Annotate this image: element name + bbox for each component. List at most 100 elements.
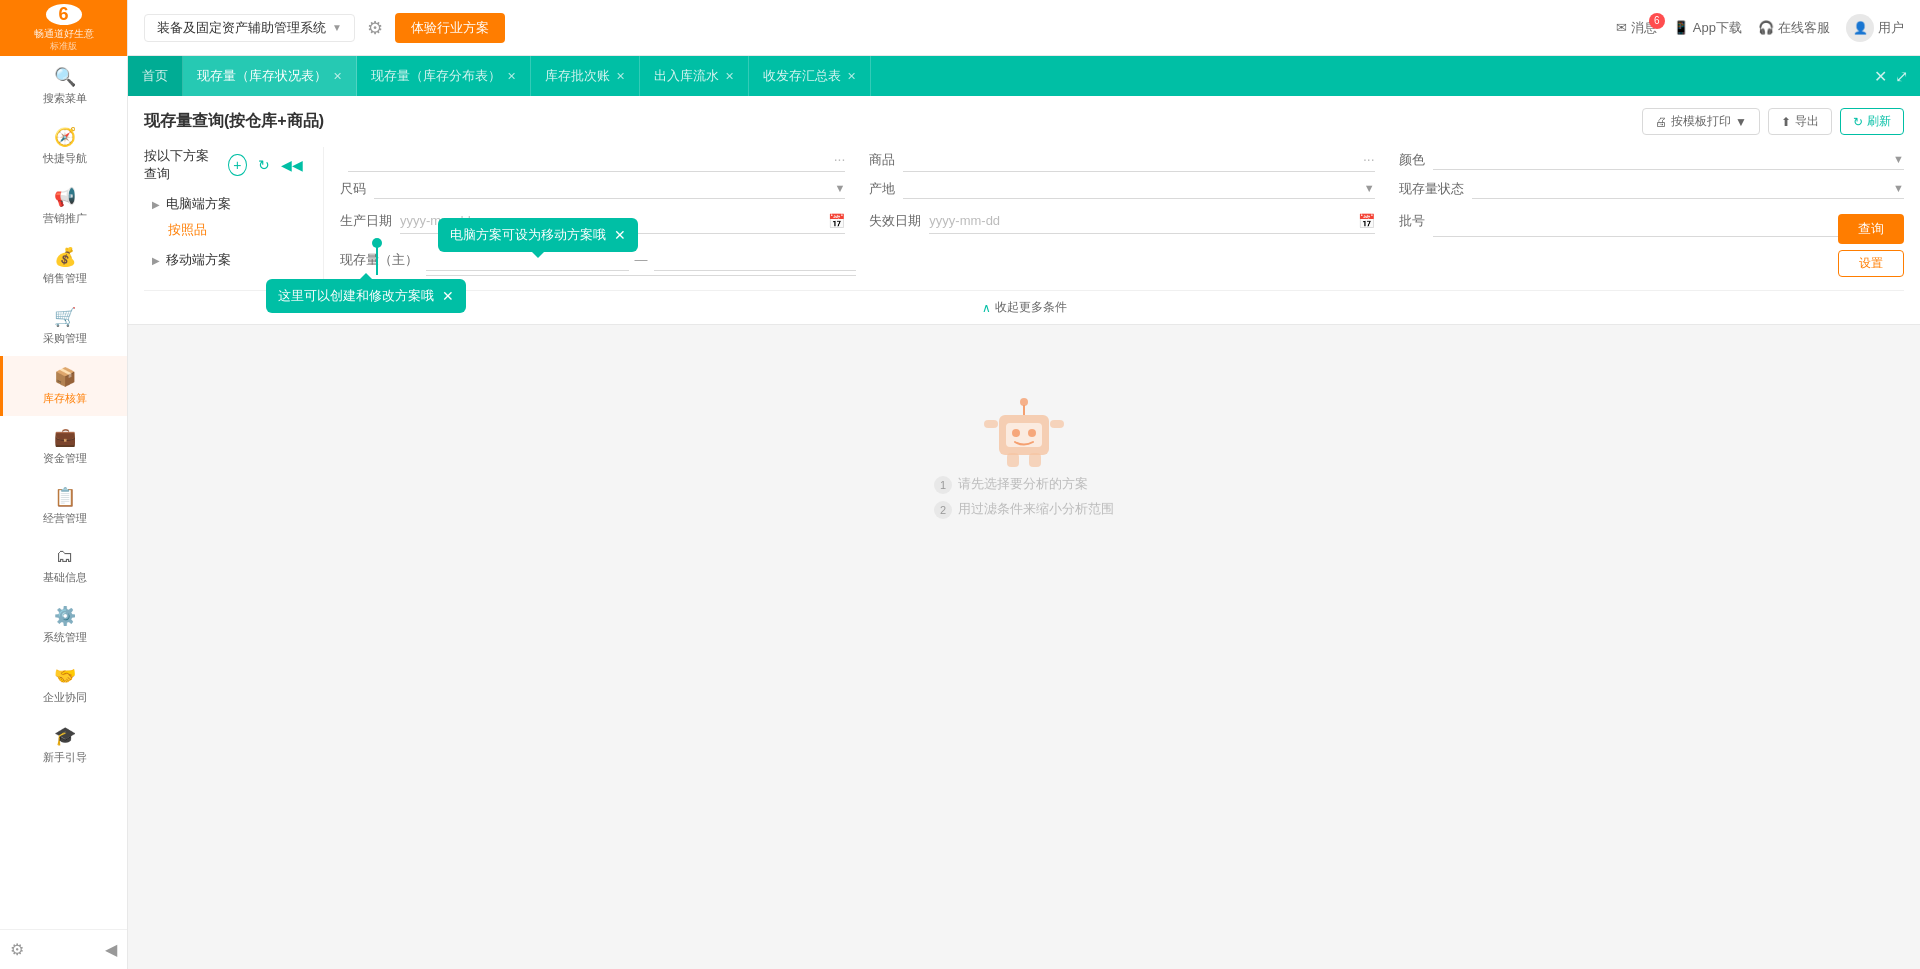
tab-label-inout-flow: 出入库流水 bbox=[654, 67, 719, 85]
nav-label-sales: 销售管理 bbox=[43, 271, 87, 286]
nav-icon-operations: 📋 bbox=[54, 486, 76, 508]
goods-dots[interactable]: ··· bbox=[1363, 151, 1375, 167]
scheme-mobile[interactable]: ▶ 移动端方案 bbox=[144, 247, 315, 273]
filter-exp-date: 失效日期 yyyy-mm-dd 📅 bbox=[869, 205, 1374, 237]
nav-label-enterprise: 企业协同 bbox=[43, 690, 87, 705]
tab-inout-flow[interactable]: 出入库流水 ✕ bbox=[640, 56, 749, 96]
tab-close-receive-summary[interactable]: ✕ bbox=[847, 70, 856, 83]
tab-inventory-distribution[interactable]: 现存量（库存分布表） ✕ bbox=[357, 56, 531, 96]
color-chevron[interactable]: ▼ bbox=[1893, 153, 1904, 165]
prod-date-calendar-icon[interactable]: 📅 bbox=[828, 213, 845, 229]
tab-inventory-status[interactable]: 现存量（库存状况表）✕ bbox=[183, 56, 357, 96]
scheme-desktop[interactable]: ▶ 电脑端方案 bbox=[144, 191, 315, 217]
user-menu[interactable]: 👤 用户 bbox=[1846, 14, 1904, 42]
nav-icon-marketing: 📢 bbox=[54, 186, 76, 208]
sidebar: 6 畅通道好生意 标准版 🔍 搜索菜单 🧭 快捷导航 📢 营销推广 💰 销售管理… bbox=[0, 0, 128, 969]
tab-receive-summary[interactable]: 收发存汇总表✕ bbox=[749, 56, 871, 96]
header-settings-icon[interactable]: ⚙ bbox=[367, 17, 383, 39]
sidebar-item-newbie[interactable]: 🎓 新手引导 bbox=[0, 715, 127, 775]
refresh-button[interactable]: ↻ 刷新 bbox=[1840, 108, 1904, 135]
tab-close-inventory-distribution[interactable]: ✕ bbox=[507, 70, 516, 83]
query-button[interactable]: 查询 bbox=[1838, 214, 1904, 244]
app-download-button[interactable]: 📱 App下载 bbox=[1673, 19, 1742, 37]
tab-home[interactable]: 首页 bbox=[128, 56, 183, 96]
tab-close-inout-flow[interactable]: ✕ bbox=[725, 70, 734, 83]
print-chevron: ▼ bbox=[1735, 115, 1747, 129]
nav-icon-search: 🔍 bbox=[54, 66, 76, 88]
system-name: 装备及固定资产辅助管理系统 bbox=[157, 19, 326, 37]
nav-label-purchase: 采购管理 bbox=[43, 331, 87, 346]
messages-button[interactable]: ✉ 消息 6 bbox=[1616, 19, 1657, 37]
tab-label-home: 首页 bbox=[142, 67, 168, 85]
tab-expand-icon[interactable]: ⤢ bbox=[1895, 67, 1908, 86]
warehouse-dots[interactable]: ··· bbox=[834, 151, 846, 167]
tab-label-batch-account: 库存批次账 bbox=[545, 67, 610, 85]
refresh-scheme-icon[interactable]: ↻ bbox=[255, 154, 273, 176]
print-icon: 🖨 bbox=[1655, 115, 1667, 129]
message-icon: ✉ bbox=[1616, 20, 1627, 35]
add-scheme-button[interactable]: + bbox=[228, 154, 247, 176]
chevron-right-icon-2: ▶ bbox=[152, 255, 160, 266]
tab-batch-account[interactable]: 库存批次账 ✕ bbox=[531, 56, 640, 96]
settings-icon[interactable]: ⚙ bbox=[10, 940, 24, 959]
prev-scheme-icon[interactable]: ◀◀ bbox=[281, 154, 303, 176]
origin-chevron[interactable]: ▼ bbox=[1364, 182, 1375, 194]
sidebar-item-finance[interactable]: 💼 资金管理 bbox=[0, 416, 127, 476]
sidebar-item-purchase[interactable]: 🛒 采购管理 bbox=[0, 296, 127, 356]
filter-panel: 现存量查询(按仓库+商品) 🖨 按模板打印 ▼ ⬆ 导出 ↻ 刷新 bbox=[128, 96, 1920, 325]
sidebar-item-inventory[interactable]: 📦 库存核算 bbox=[0, 356, 127, 416]
sidebar-item-marketing[interactable]: 📢 营销推广 bbox=[0, 176, 127, 236]
set-button[interactable]: 设置 bbox=[1838, 250, 1904, 277]
empty-text: 1 请先选择要分析的方案 2 用过滤条件来缩小分析范围 bbox=[934, 475, 1114, 525]
sidebar-footer: ⚙ ◀ bbox=[0, 929, 127, 969]
nav-icon-inventory: 📦 bbox=[54, 366, 76, 388]
batch-input[interactable] bbox=[1433, 209, 1904, 232]
collapse-sidebar-icon[interactable]: ◀ bbox=[105, 940, 117, 959]
filter-row-2: 尺码 ▼ 产地 ▼ bbox=[340, 178, 1904, 199]
tab-close-inventory-status[interactable]: ✕ bbox=[333, 70, 342, 83]
logo-icon: 6 bbox=[46, 4, 82, 25]
export-button[interactable]: ⬆ 导出 bbox=[1768, 108, 1832, 135]
nav-icon-basic: 🗂 bbox=[56, 546, 74, 567]
hint-num-1: 1 bbox=[934, 476, 952, 494]
filter-size: 尺码 ▼ bbox=[340, 178, 845, 199]
nav-label-newbie: 新手引导 bbox=[43, 750, 87, 765]
nav-label-marketing: 营销推广 bbox=[43, 211, 87, 226]
exp-date-calendar-icon[interactable]: 📅 bbox=[1358, 213, 1375, 229]
sidebar-item-system[interactable]: ⚙️ 系统管理 bbox=[0, 595, 127, 655]
hint-num-2: 2 bbox=[934, 501, 952, 519]
tab-close-all-icon[interactable]: ✕ bbox=[1874, 67, 1887, 86]
nav-label-operations: 经营管理 bbox=[43, 511, 87, 526]
filter-label-section: 按以下方案查询 + ↻ ◀◀ bbox=[144, 147, 303, 183]
scheme-desktop-child[interactable]: 按照品 bbox=[144, 217, 315, 243]
sidebar-item-search[interactable]: 🔍 搜索菜单 bbox=[0, 56, 127, 116]
size-chevron[interactable]: ▼ bbox=[834, 182, 845, 194]
query-buttons: 查询 设置 bbox=[1838, 214, 1904, 277]
filter-origin: 产地 ▼ bbox=[869, 178, 1374, 199]
chevron-right-icon: ▶ bbox=[152, 199, 160, 210]
tab-label-inventory-distribution: 现存量（库存分布表） bbox=[371, 67, 501, 85]
connector-line bbox=[376, 245, 378, 275]
filter-label: 按以下方案查询 bbox=[144, 147, 220, 183]
tab-close-batch-account[interactable]: ✕ bbox=[616, 70, 625, 83]
sidebar-item-operations[interactable]: 📋 经营管理 bbox=[0, 476, 127, 536]
svg-rect-4 bbox=[984, 420, 998, 428]
nav-icon-sales: 💰 bbox=[54, 246, 76, 268]
trial-button[interactable]: 体验行业方案 bbox=[395, 13, 505, 43]
tooltip-create-close[interactable]: ✕ bbox=[442, 288, 454, 304]
online-support-button[interactable]: 🎧 在线客服 bbox=[1758, 19, 1830, 37]
system-selector[interactable]: 装备及固定资产辅助管理系统 ▼ bbox=[144, 14, 355, 42]
app-logo: 6 畅通道好生意 标准版 bbox=[0, 0, 127, 56]
tab-bar-controls: ✕ ⤢ bbox=[1862, 67, 1920, 86]
stock-main-max[interactable] bbox=[654, 247, 857, 271]
sidebar-item-guide[interactable]: 🧭 快捷导航 bbox=[0, 116, 127, 176]
stock-status-chevron[interactable]: ▼ bbox=[1893, 182, 1904, 194]
tooltip-scheme-close[interactable]: ✕ bbox=[614, 227, 626, 243]
collapse-button[interactable]: ∧ 收起更多条件 bbox=[982, 299, 1067, 316]
sidebar-item-sales[interactable]: 💰 销售管理 bbox=[0, 236, 127, 296]
sidebar-item-basic[interactable]: 🗂 基础信息 bbox=[0, 536, 127, 595]
app-name: 畅通道好生意 bbox=[34, 27, 94, 40]
sidebar-item-enterprise[interactable]: 🤝 企业协同 bbox=[0, 655, 127, 715]
print-button[interactable]: 🖨 按模板打印 ▼ bbox=[1642, 108, 1760, 135]
filter-batch: 批号 bbox=[1399, 205, 1904, 237]
